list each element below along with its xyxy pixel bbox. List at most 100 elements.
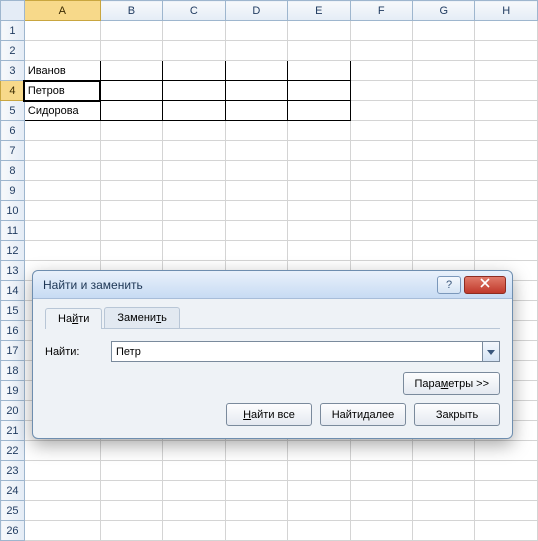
cell-G23[interactable] xyxy=(413,461,475,481)
dialog-close-button[interactable] xyxy=(464,276,506,294)
cell-D12[interactable] xyxy=(225,241,287,261)
row-header-8[interactable]: 8 xyxy=(1,161,25,181)
row-header-1[interactable]: 1 xyxy=(1,21,25,41)
cell-G24[interactable] xyxy=(413,481,475,501)
cell-H11[interactable] xyxy=(475,221,538,241)
cell-G26[interactable] xyxy=(413,521,475,541)
col-header-A[interactable]: A xyxy=(24,1,100,21)
cell-H3[interactable] xyxy=(475,61,538,81)
cell-D5[interactable] xyxy=(225,101,287,121)
cell-C10[interactable] xyxy=(163,201,225,221)
cell-E5[interactable] xyxy=(288,101,350,121)
row-header-6[interactable]: 6 xyxy=(1,121,25,141)
cell-H24[interactable] xyxy=(475,481,538,501)
cell-G11[interactable] xyxy=(413,221,475,241)
cell-E9[interactable] xyxy=(288,181,350,201)
cell-A11[interactable] xyxy=(24,221,100,241)
row-header-21[interactable]: 21 xyxy=(1,421,25,441)
cell-F12[interactable] xyxy=(350,241,412,261)
cell-F2[interactable] xyxy=(350,41,412,61)
row-header-12[interactable]: 12 xyxy=(1,241,25,261)
cell-F23[interactable] xyxy=(350,461,412,481)
cell-A3[interactable]: Иванов xyxy=(24,61,100,81)
cell-B6[interactable] xyxy=(100,121,162,141)
cell-D23[interactable] xyxy=(225,461,287,481)
cell-H10[interactable] xyxy=(475,201,538,221)
row-header-3[interactable]: 3 xyxy=(1,61,25,81)
cell-G2[interactable] xyxy=(413,41,475,61)
help-button[interactable]: ? xyxy=(437,276,461,294)
find-all-button[interactable]: Найти все xyxy=(226,403,312,426)
cell-D1[interactable] xyxy=(225,21,287,41)
cell-D10[interactable] xyxy=(225,201,287,221)
col-header-G[interactable]: G xyxy=(413,1,475,21)
cell-E4[interactable] xyxy=(288,81,350,101)
col-header-H[interactable]: H xyxy=(475,1,538,21)
cell-H26[interactable] xyxy=(475,521,538,541)
row-header-5[interactable]: 5 xyxy=(1,101,25,121)
cell-G25[interactable] xyxy=(413,501,475,521)
row-header-2[interactable]: 2 xyxy=(1,41,25,61)
row-header-9[interactable]: 9 xyxy=(1,181,25,201)
row-header-26[interactable]: 26 xyxy=(1,521,25,541)
find-input[interactable] xyxy=(112,342,482,361)
cell-D8[interactable] xyxy=(225,161,287,181)
cell-C8[interactable] xyxy=(163,161,225,181)
find-next-button[interactable]: Найти далее xyxy=(320,403,406,426)
cell-E11[interactable] xyxy=(288,221,350,241)
row-header-17[interactable]: 17 xyxy=(1,341,25,361)
cell-E12[interactable] xyxy=(288,241,350,261)
row-header-19[interactable]: 19 xyxy=(1,381,25,401)
cell-A23[interactable] xyxy=(24,461,100,481)
cell-H25[interactable] xyxy=(475,501,538,521)
cell-H4[interactable] xyxy=(475,81,538,101)
row-header-13[interactable]: 13 xyxy=(1,261,25,281)
cell-C6[interactable] xyxy=(163,121,225,141)
cell-G1[interactable] xyxy=(413,21,475,41)
cell-G7[interactable] xyxy=(413,141,475,161)
cell-A25[interactable] xyxy=(24,501,100,521)
cell-G8[interactable] xyxy=(413,161,475,181)
col-header-C[interactable]: C xyxy=(163,1,225,21)
cell-B9[interactable] xyxy=(100,181,162,201)
close-button[interactable]: Закрыть xyxy=(414,403,500,426)
cell-C25[interactable] xyxy=(163,501,225,521)
cell-C23[interactable] xyxy=(163,461,225,481)
dialog-titlebar[interactable]: Найти и заменить ? xyxy=(33,271,512,299)
cell-D9[interactable] xyxy=(225,181,287,201)
cell-C26[interactable] xyxy=(163,521,225,541)
row-header-25[interactable]: 25 xyxy=(1,501,25,521)
cell-H1[interactable] xyxy=(475,21,538,41)
row-header-15[interactable]: 15 xyxy=(1,301,25,321)
row-header-24[interactable]: 24 xyxy=(1,481,25,501)
cell-F11[interactable] xyxy=(350,221,412,241)
tab-find[interactable]: Найти xyxy=(45,308,102,329)
cell-A7[interactable] xyxy=(24,141,100,161)
cell-A8[interactable] xyxy=(24,161,100,181)
cell-E3[interactable] xyxy=(288,61,350,81)
row-header-7[interactable]: 7 xyxy=(1,141,25,161)
cell-A9[interactable] xyxy=(24,181,100,201)
cell-C4[interactable] xyxy=(163,81,225,101)
row-header-14[interactable]: 14 xyxy=(1,281,25,301)
cell-H6[interactable] xyxy=(475,121,538,141)
find-dropdown-button[interactable] xyxy=(482,342,499,361)
cell-C12[interactable] xyxy=(163,241,225,261)
cell-D24[interactable] xyxy=(225,481,287,501)
cell-A6[interactable] xyxy=(24,121,100,141)
cell-E25[interactable] xyxy=(288,501,350,521)
cell-A22[interactable] xyxy=(24,441,100,461)
parameters-button[interactable]: Параметры >> xyxy=(403,372,500,395)
cell-A5[interactable]: Сидорова xyxy=(24,101,100,121)
cell-C11[interactable] xyxy=(163,221,225,241)
cell-G10[interactable] xyxy=(413,201,475,221)
cell-H9[interactable] xyxy=(475,181,538,201)
row-header-4[interactable]: 4 xyxy=(1,81,25,101)
cell-G22[interactable] xyxy=(413,441,475,461)
cell-G5[interactable] xyxy=(413,101,475,121)
cell-A12[interactable] xyxy=(24,241,100,261)
col-header-D[interactable]: D xyxy=(225,1,287,21)
cell-B25[interactable] xyxy=(100,501,162,521)
cell-F7[interactable] xyxy=(350,141,412,161)
select-all-corner[interactable] xyxy=(1,1,25,21)
